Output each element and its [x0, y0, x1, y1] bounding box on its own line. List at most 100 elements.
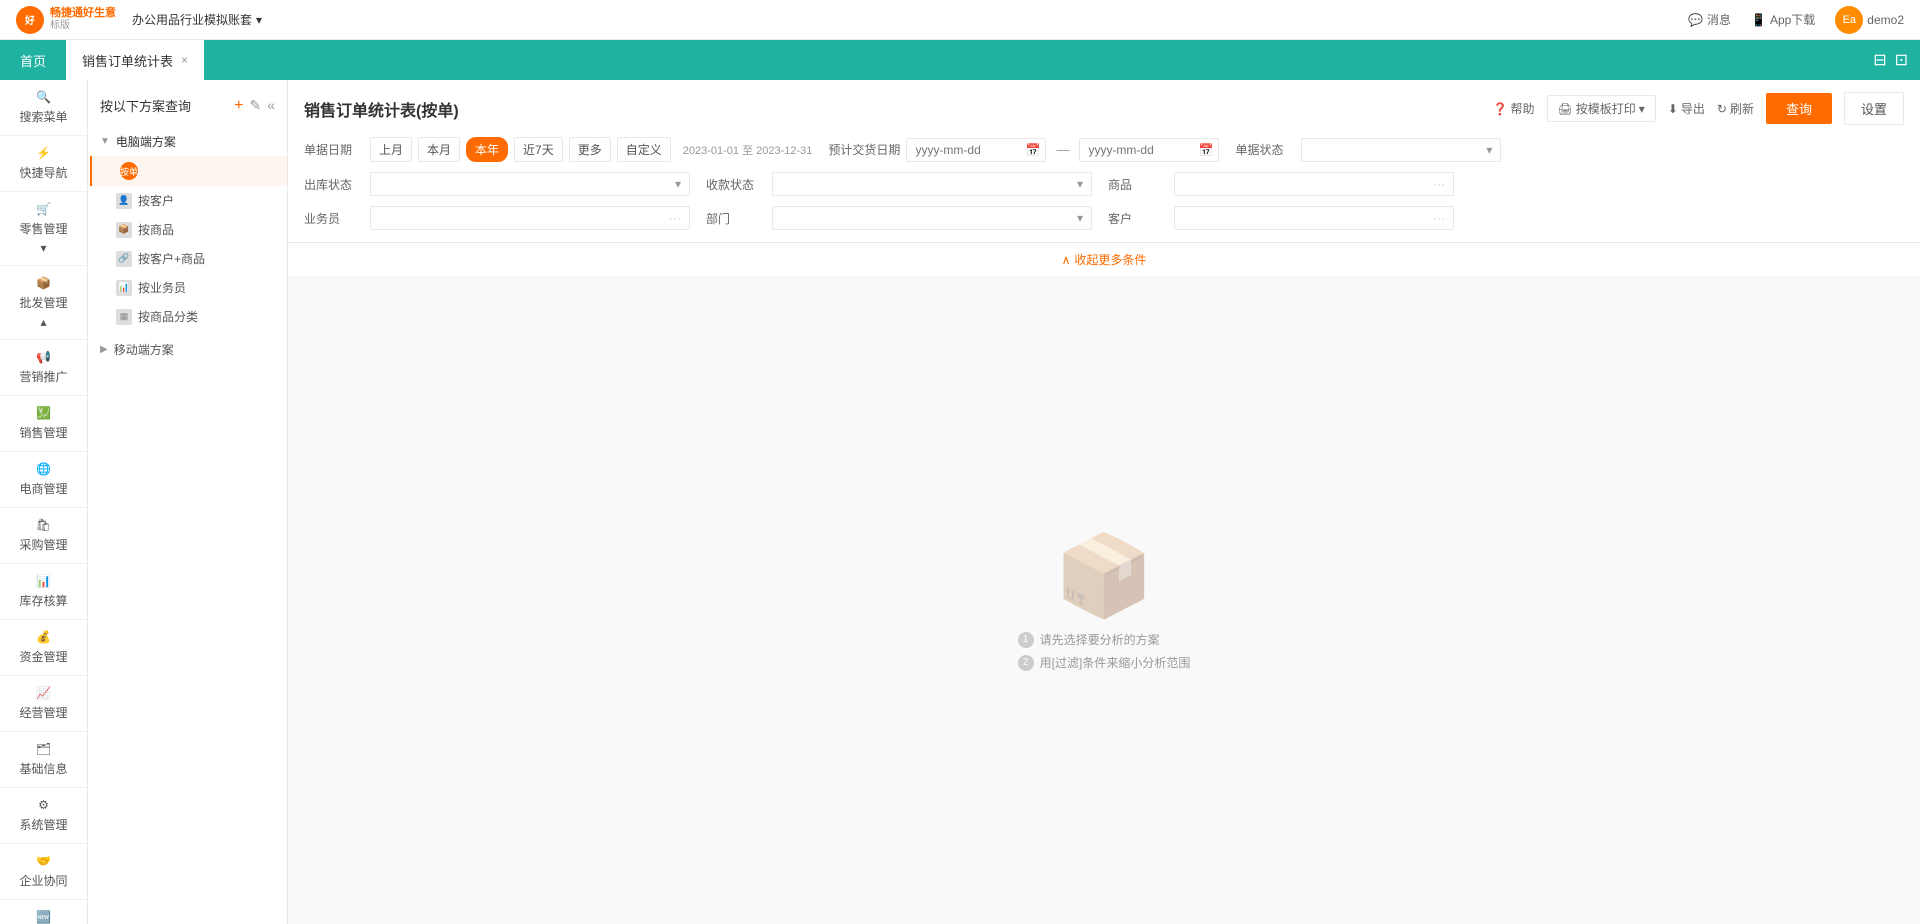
- nav-icon: ⚡: [36, 146, 51, 160]
- tab-sales-order-stats[interactable]: 销售订单统计表 ×: [66, 40, 204, 80]
- sidebar-item-marketing[interactable]: 📢 营销推广: [0, 340, 87, 396]
- this-year-btn[interactable]: 本年: [466, 137, 508, 162]
- sidebar-item-enterprise[interactable]: 🤝 企业协同: [0, 844, 87, 900]
- custom-btn[interactable]: 自定义: [617, 137, 671, 162]
- delivery-status-label: 出库状态: [304, 176, 364, 193]
- customer-select[interactable]: ···: [1174, 206, 1454, 230]
- sidebar-item-basic-info[interactable]: 🗂 基础信息: [0, 732, 87, 788]
- sidebar-item-quick-nav[interactable]: ⚡ 快捷导航: [0, 136, 87, 192]
- customer-label: 客户: [1108, 210, 1168, 227]
- filter-block: 单据日期 上月 本月 本年 近7天 更多 自定义 2023-01-01 至 20…: [288, 125, 1920, 242]
- tabbar: 首页 销售订单统计表 × ⊟ ⊡: [0, 40, 1920, 80]
- desktop-schemes-header[interactable]: ▼ 电脑端方案: [88, 127, 287, 156]
- empty-tip-2: 2 用[过滤]条件来缩小分析范围: [1018, 654, 1191, 671]
- query-button[interactable]: 查询: [1766, 93, 1832, 124]
- filter-row-date: 单据日期 上月 本月 本年 近7天 更多 自定义 2023-01-01 至 20…: [304, 137, 1904, 162]
- sidebar-item-guide[interactable]: 🆕 新手引导: [0, 900, 87, 924]
- department-select[interactable]: ▾: [772, 206, 1092, 230]
- export-button[interactable]: ⬇ 导出: [1668, 100, 1705, 117]
- filter-row-more: 业务员 ··· 部门 ▾ 客户: [304, 206, 1904, 230]
- message-icon: 💬: [1688, 13, 1703, 27]
- scheme-item-customer-goods[interactable]: 🔗 按客户+商品: [88, 244, 287, 273]
- message-button[interactable]: 💬 消息: [1688, 11, 1731, 28]
- customer-filter: 客户 ···: [1108, 206, 1454, 230]
- sidebar-item-retail[interactable]: 🛒 零售管理 ▾: [0, 192, 87, 266]
- tip-num-1: 1: [1018, 632, 1034, 648]
- delivery-date-label: 预计交货日期: [828, 141, 900, 158]
- edit-scheme-icon[interactable]: ✎: [249, 97, 261, 115]
- goods-label: 商品: [1108, 176, 1168, 193]
- minimize-icon[interactable]: ⊟: [1873, 50, 1886, 70]
- page-header: 销售订单统计表(按单) ❓ 帮助 🖨 按模板打印 ▾ ⬇ 导出: [288, 80, 1920, 125]
- date-label: 单据日期: [304, 141, 364, 158]
- download-icon: 📱: [1751, 13, 1766, 27]
- delivery-date-end-input[interactable]: 📅: [1079, 138, 1219, 162]
- more-btn[interactable]: 更多: [569, 137, 611, 162]
- user-menu[interactable]: Ea demo2: [1835, 6, 1904, 34]
- scheme-item-salesperson[interactable]: 📊 按业务员: [88, 273, 287, 302]
- help-button[interactable]: ❓ 帮助: [1493, 100, 1535, 117]
- add-scheme-icon[interactable]: +: [234, 97, 243, 115]
- collapse-panel-icon[interactable]: «: [267, 97, 275, 115]
- scheme-item-customer[interactable]: 👤 按客户: [88, 186, 287, 215]
- last7-btn[interactable]: 近7天: [514, 137, 563, 162]
- sidebar-item-inventory[interactable]: 📊 库存核算: [0, 564, 87, 620]
- payment-status-select[interactable]: ▾: [772, 172, 1092, 196]
- department-dropdown-icon: ▾: [1077, 211, 1083, 225]
- basic-info-icon: 🗂: [36, 742, 51, 756]
- mobile-schemes-header[interactable]: ▶ 移动端方案: [88, 335, 287, 364]
- calendar-start-icon: 📅: [1025, 143, 1040, 157]
- sidebar-item-finance[interactable]: 💰 资金管理: [0, 620, 87, 676]
- sidebar-item-system[interactable]: ⚙ 系统管理: [0, 788, 87, 844]
- department-label: 部门: [706, 210, 766, 227]
- ecommerce-icon: 🌐: [36, 462, 51, 476]
- scheme-section: ▼ 电脑端方案 按单 👤 按客户 📦 按商品 🔗 按客户+商品: [88, 123, 287, 335]
- calendar-end-icon: 📅: [1198, 143, 1213, 157]
- last-month-btn[interactable]: 上月: [370, 137, 412, 162]
- retail-icon: 🛒: [36, 202, 51, 216]
- salesperson-select[interactable]: ···: [370, 206, 690, 230]
- tab-home[interactable]: 首页: [0, 40, 66, 80]
- goods-dots-icon: ···: [1433, 177, 1445, 191]
- empty-state: 📦 1 请先选择要分析的方案 2 用[过滤]条件来缩小分析范围: [288, 276, 1920, 924]
- company-selector[interactable]: 办公用品行业模拟账套 ▾: [132, 11, 262, 28]
- payment-status-dropdown-icon: ▾: [1077, 177, 1083, 191]
- app-name: 畅捷通好生意: [50, 7, 116, 20]
- tab-close-icon[interactable]: ×: [181, 53, 188, 67]
- salesperson-scheme-icon: 📊: [116, 280, 132, 296]
- collapse-bar[interactable]: ∧ 收起更多条件: [288, 242, 1920, 276]
- wholesale-icon: 📦: [36, 276, 51, 290]
- right-panel: 销售订单统计表(按单) ❓ 帮助 🖨 按模板打印 ▾ ⬇ 导出: [288, 80, 1920, 924]
- expand-icon: ▼: [100, 136, 110, 147]
- delivery-status-select[interactable]: ▾: [370, 172, 690, 196]
- goods-select[interactable]: ···: [1174, 172, 1454, 196]
- scheme-item-order[interactable]: 按单: [90, 156, 287, 186]
- payment-status-filter: 收款状态 ▾: [706, 172, 1092, 196]
- maximize-icon[interactable]: ⊡: [1895, 50, 1908, 70]
- print-button[interactable]: 🖨 按模板打印 ▾: [1547, 95, 1656, 122]
- main-layout: 🔍 搜索菜单 ⚡ 快捷导航 🛒 零售管理 ▾ 📦 批发管理 ▴ 📢 营销推广 💹…: [0, 80, 1920, 924]
- delivery-status-filter: 出库状态 ▾: [304, 172, 690, 196]
- app-download-button[interactable]: 📱 App下载: [1751, 11, 1815, 28]
- sidebar-item-sales[interactable]: 💹 销售管理: [0, 396, 87, 452]
- print-dropdown-icon: ▾: [1639, 102, 1645, 116]
- scheme-item-goods[interactable]: 📦 按商品: [88, 215, 287, 244]
- order-status-select[interactable]: ▾: [1301, 138, 1501, 162]
- sidebar-item-ecommerce[interactable]: 🌐 电商管理: [0, 452, 87, 508]
- sidebar-item-wholesale[interactable]: 📦 批发管理 ▴: [0, 266, 87, 340]
- marketing-icon: 📢: [36, 350, 51, 364]
- topbar-right: 💬 消息 📱 App下载 Ea demo2: [1688, 6, 1904, 34]
- sidebar-item-operations[interactable]: 📈 经营管理: [0, 676, 87, 732]
- order-status-label: 单据状态: [1235, 141, 1295, 158]
- retail-arrow-icon: ▾: [40, 241, 46, 255]
- delivery-status-dropdown-icon: ▾: [675, 177, 681, 191]
- scheme-item-goods-category[interactable]: ▦ 按商品分类: [88, 302, 287, 331]
- empty-illustration: 📦: [1054, 529, 1154, 623]
- sidebar-item-purchase[interactable]: 🛍 采购管理: [0, 508, 87, 564]
- refresh-button[interactable]: ↻ 刷新: [1717, 100, 1754, 117]
- customer-dots-icon: ···: [1433, 211, 1445, 225]
- sidebar-item-search[interactable]: 🔍 搜索菜单: [0, 80, 87, 136]
- this-month-btn[interactable]: 本月: [418, 137, 460, 162]
- settings-button[interactable]: 设置: [1844, 92, 1904, 125]
- delivery-date-start-input[interactable]: 📅: [906, 138, 1046, 162]
